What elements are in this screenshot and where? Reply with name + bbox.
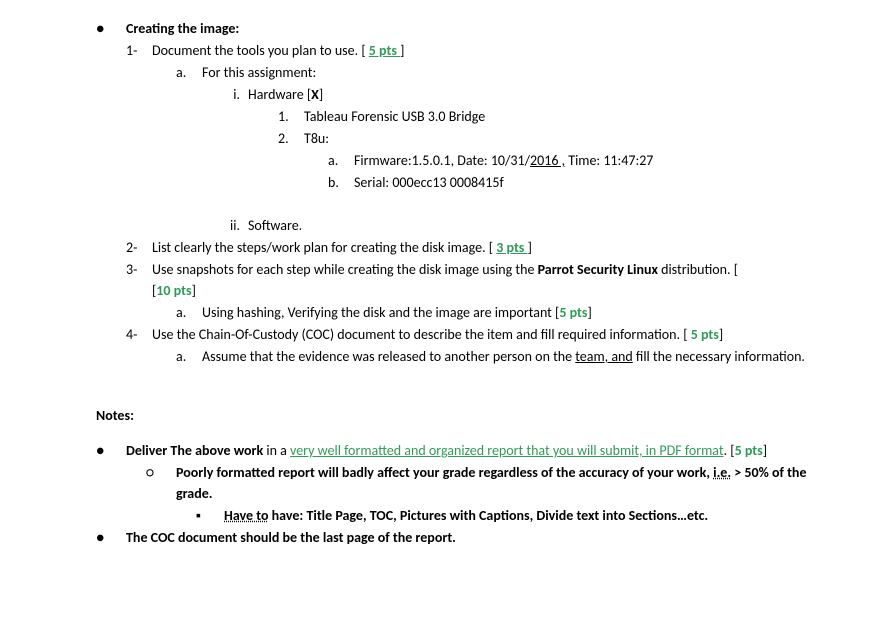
have-text: Have to xyxy=(224,507,269,524)
item-3: 3- Use snapshots for each step while cre… xyxy=(126,259,810,301)
text: Use snapshots for each step while creati… xyxy=(152,261,538,278)
text: have: Title Page, TOC, Pictures with Cap… xyxy=(269,507,709,524)
item-1-text: Document the tools you plan to use. [ 5 … xyxy=(152,40,810,61)
x-mark: X xyxy=(311,86,319,103)
note-2: ● The COC document should be the last pa… xyxy=(96,527,810,548)
note-1-sub2: ▪ Have to have: Title Page, TOC, Picture… xyxy=(196,505,810,526)
alpha-marker: a. xyxy=(328,150,354,171)
text: ] xyxy=(319,86,323,103)
text: Use the Chain-Of-Custody (COC) document … xyxy=(152,326,691,343)
underline-text: team, and xyxy=(575,348,632,365)
pts-label: 5 pts xyxy=(691,326,719,343)
item-1a-i-2: 2. T8u: xyxy=(278,128,810,149)
pts-label: 10 pts xyxy=(156,282,191,299)
text: ] xyxy=(192,282,196,299)
num-marker: 4- xyxy=(126,324,152,345)
item-1a-i-1: 1. Tableau Forensic USB 3.0 Bridge xyxy=(278,106,810,127)
item-4a: a. Assume that the evidence was released… xyxy=(176,346,810,367)
pts-label: 5 pts xyxy=(369,42,400,59)
item-text: Tableau Forensic USB 3.0 Bridge xyxy=(304,106,810,127)
text: ] xyxy=(400,42,404,59)
note-2-text: The COC document should be the last page… xyxy=(126,527,810,548)
alpha-marker: a. xyxy=(176,346,202,367)
num-marker: 1. xyxy=(278,106,304,127)
bullet-square: ▪ xyxy=(196,505,224,526)
num-marker: 2- xyxy=(126,237,152,258)
alpha-marker: a. xyxy=(176,62,202,83)
bold-text: Deliver The above work xyxy=(126,442,266,459)
text: Assume that the evidence was released to… xyxy=(202,348,575,365)
text: Hardware [ xyxy=(248,86,311,103)
note-1-sub: ○ Poorly formatted report will badly aff… xyxy=(146,462,810,504)
link-text: very well formatted and organized report… xyxy=(290,442,724,459)
item-text: Firmware:1.5.0.1, Date: 10/31/2016 , Tim… xyxy=(354,150,810,171)
notes-label: Notes: xyxy=(96,405,810,426)
num-marker: 2. xyxy=(278,128,304,149)
roman-marker: ii. xyxy=(228,215,248,236)
text: Time: 11:47:27 xyxy=(565,152,653,169)
item-4a-text: Assume that the evidence was released to… xyxy=(202,346,810,367)
text: distribution. [ xyxy=(658,261,738,278)
bullet-dot: ● xyxy=(96,527,126,548)
item-1: 1- Document the tools you plan to use. [… xyxy=(126,40,810,61)
year: 2016 , xyxy=(530,152,565,169)
text: ] xyxy=(528,239,532,256)
bullet-dot: ● xyxy=(96,18,126,39)
note-1-sub2-text: Have to have: Title Page, TOC, Pictures … xyxy=(224,505,810,526)
item-1a-i-text: Hardware [X] xyxy=(248,84,810,105)
text: ] xyxy=(588,304,592,321)
text: ] xyxy=(763,442,767,459)
note-1-text: Deliver The above work in a very well fo… xyxy=(126,440,810,461)
text: List clearly the steps/work plan for cre… xyxy=(152,239,496,256)
roman-marker: i. xyxy=(228,84,248,105)
item-1a-i-2a: a. Firmware:1.5.0.1, Date: 10/31/2016 , … xyxy=(328,150,810,171)
item-2: 2- List clearly the steps/work plan for … xyxy=(126,237,810,258)
item-1a-ii: ii. Software. xyxy=(228,215,810,236)
num-marker: 3- xyxy=(126,259,152,301)
alpha-marker: a. xyxy=(176,302,202,323)
item-1a-text: For this assignment: xyxy=(202,62,810,83)
item-text: Software. xyxy=(248,215,810,236)
text: fill the necessary information. xyxy=(633,348,805,365)
note-1-sub-text: Poorly formatted report will badly affec… xyxy=(176,462,810,504)
pts-label: 5 pts xyxy=(559,304,587,321)
text: ] xyxy=(719,326,723,343)
item-3a: a. Using hashing, Verifying the disk and… xyxy=(176,302,810,323)
item-3a-text: Using hashing, Verifying the disk and th… xyxy=(202,302,810,323)
pts-label: 5 pts xyxy=(735,442,763,459)
item-1a: a. For this assignment: xyxy=(176,62,810,83)
heading-text: Creating the image: xyxy=(126,18,810,39)
item-4-text: Use the Chain-Of-Custody (COC) document … xyxy=(152,324,810,345)
heading-row: ● Creating the image: xyxy=(96,18,810,39)
pts-label: 3 pts xyxy=(496,239,527,256)
item-1a-i: i. Hardware [X] xyxy=(228,84,810,105)
text: Using hashing, Verifying the disk and th… xyxy=(202,304,559,321)
text: . [ xyxy=(724,442,735,459)
text: in a xyxy=(266,442,290,459)
item-text: T8u: xyxy=(304,128,810,149)
item-1a-i-2b: b. Serial: 000ecc13 0008415f xyxy=(328,172,810,193)
item-text: Serial: 000ecc13 0008415f xyxy=(354,172,810,193)
text: Document the tools you plan to use. [ xyxy=(152,42,369,59)
alpha-marker: b. xyxy=(328,172,354,193)
text: Poorly formatted report will badly affec… xyxy=(176,464,713,481)
item-2-text: List clearly the steps/work plan for cre… xyxy=(152,237,810,258)
note-1: ● Deliver The above work in a very well … xyxy=(96,440,810,461)
bold-text: Parrot Security Linux xyxy=(538,261,658,278)
bullet-dot: ● xyxy=(96,440,126,461)
item-3-text: Use snapshots for each step while creati… xyxy=(152,259,810,301)
text: Firmware:1.5.0.1, Date: 10/31/ xyxy=(354,152,530,169)
ie-text: i.e. xyxy=(713,464,731,481)
item-4: 4- Use the Chain-Of-Custody (COC) docume… xyxy=(126,324,810,345)
bullet-open-circle: ○ xyxy=(146,462,176,504)
num-marker: 1- xyxy=(126,40,152,61)
